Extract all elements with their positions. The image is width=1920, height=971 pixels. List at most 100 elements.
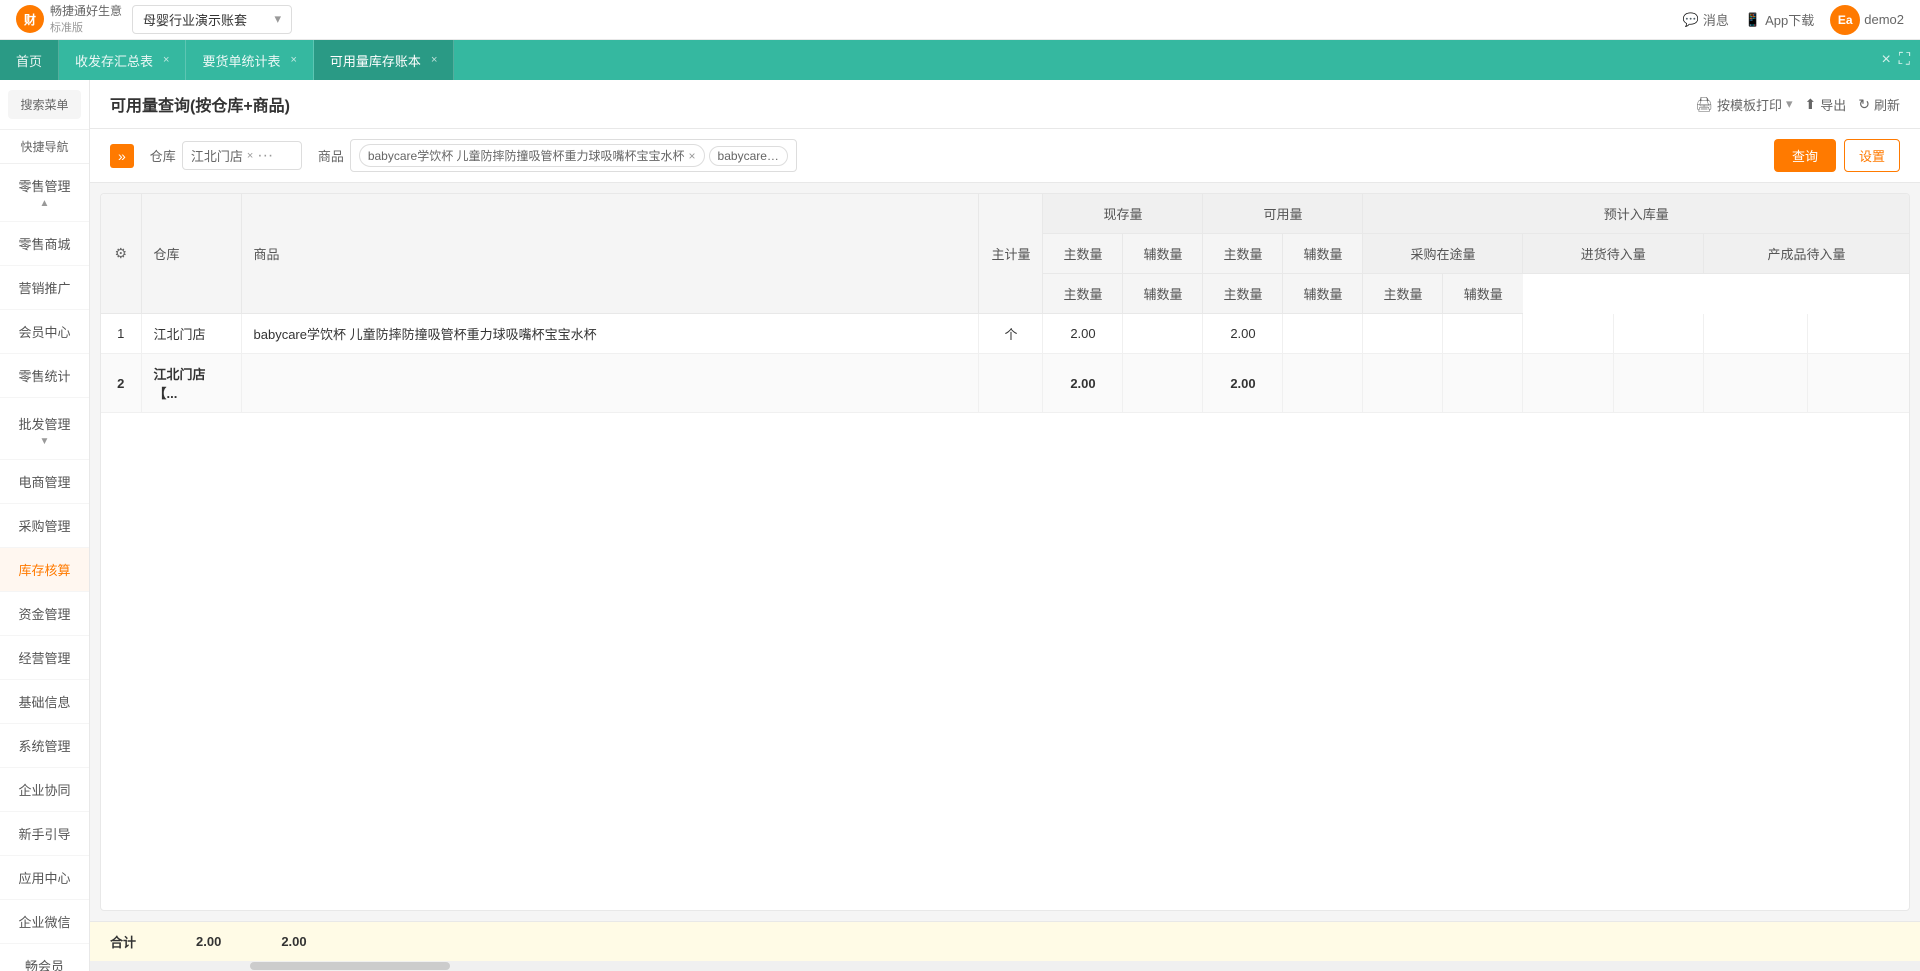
nav-tabs: 首页 收发存汇总表 × 要货单统计表 × 可用量库存账本 × × ⛶ xyxy=(0,40,1920,80)
query-button[interactable]: 查询 xyxy=(1774,139,1836,172)
sidebar-item-ecommerce-mgmt[interactable]: 电商管理 xyxy=(0,460,89,504)
th-purchase-transit-group: 采购在途量 xyxy=(1363,234,1523,274)
warehouse-remove-icon[interactable]: × xyxy=(247,150,253,162)
filter-bar: » 仓库 江北门店 × ··· 商品 babycare学饮杯 儿童防摔防撞吸管杯… xyxy=(90,129,1920,183)
row-2-current-aux xyxy=(1123,354,1203,413)
close-all-tabs-button[interactable]: × xyxy=(1881,51,1890,69)
product-tag-1-remove[interactable]: × xyxy=(689,149,696,163)
th-product-pending-group: 产成品待入量 xyxy=(1703,234,1909,274)
user-profile-button[interactable]: Ea demo2 xyxy=(1830,5,1904,35)
th-current-aux: 辅数量 xyxy=(1123,234,1203,274)
page-header-actions: 🖨 按模板打印 ▾ ⬆ 导出 ↻ 刷新 xyxy=(1695,95,1900,114)
sidebar-item-inventory-check-label: 库存核算 xyxy=(18,560,70,579)
sidebar-item-enterprise-collab[interactable]: 企业协同 xyxy=(0,768,89,812)
row-2-incoming-main xyxy=(1523,354,1613,413)
scrollbar-thumb[interactable] xyxy=(250,962,450,970)
account-selector-label: 母婴行业演示账套 xyxy=(143,10,247,29)
summary-label: 合计 xyxy=(110,932,136,951)
sidebar-item-enterprise-wechat[interactable]: 企业微信 xyxy=(0,900,89,944)
product-filter: 商品 babycare学饮杯 儿童防摔防撞吸管杯重力球吸嘴杯宝宝水杯 × bab… xyxy=(318,139,797,172)
fullscreen-button[interactable]: ⛶ xyxy=(1899,51,1910,69)
sidebar-item-member[interactable]: 畅会员 xyxy=(0,944,89,971)
sidebar-item-inventory-check[interactable]: 库存核算 xyxy=(0,548,89,592)
sidebar-item-ecommerce-mgmt-label: 电商管理 xyxy=(18,472,70,491)
refresh-icon: ↻ xyxy=(1858,96,1870,113)
row-1-purchase-transit-aux xyxy=(1443,314,1523,354)
sidebar-item-basic-info[interactable]: 基础信息 xyxy=(0,680,89,724)
th-product-pending-aux: 辅数量 xyxy=(1443,274,1523,314)
search-menu-button[interactable]: 搜索菜单 xyxy=(8,90,81,119)
row-1-incoming-main xyxy=(1523,314,1613,354)
account-selector[interactable]: 母婴行业演示账套 ▾ xyxy=(132,5,292,34)
tab-order-stats-close[interactable]: × xyxy=(290,54,296,66)
tab-order-stats[interactable]: 要货单统计表 × xyxy=(186,40,313,80)
sidebar-item-purchase-mgmt[interactable]: 采购管理 xyxy=(0,504,89,548)
print-button[interactable]: 🖨 按模板打印 ▾ xyxy=(1695,95,1792,114)
summary-available-main: 2.00 xyxy=(281,934,306,949)
chevron-down-icon: ▾ xyxy=(274,11,281,27)
message-icon: 💬 xyxy=(1683,12,1699,28)
th-incoming-aux: 辅数量 xyxy=(1283,274,1363,314)
product-filter-input[interactable]: babycare学饮杯 儿童防摔防撞吸管杯重力球吸嘴杯宝宝水杯 × babyca… xyxy=(350,139,797,172)
sidebar-quick-nav[interactable]: 快捷导航 xyxy=(0,130,89,164)
row-2-no: 2 xyxy=(101,354,141,413)
sidebar-item-new-guide[interactable]: 新手引导 xyxy=(0,812,89,856)
sidebar-item-enterprise-collab-label: 企业协同 xyxy=(18,780,70,799)
sidebar-item-marketing[interactable]: 营销推广 xyxy=(0,266,89,310)
row-1-available-main: 2.00 xyxy=(1203,314,1283,354)
sidebar-item-enterprise-wechat-label: 企业微信 xyxy=(18,912,70,931)
tab-receive-summary[interactable]: 收发存汇总表 × xyxy=(59,40,186,80)
sidebar-item-wholesale-mgmt[interactable]: 批发管理 ▼ xyxy=(0,402,89,460)
sidebar-item-marketing-label: 营销推广 xyxy=(18,278,70,297)
tab-available-stock[interactable]: 可用量库存账本 × xyxy=(314,40,454,80)
sidebar-item-retail-mgmt[interactable]: 零售管理 ▲ xyxy=(0,164,89,222)
row-2-product-pending-main xyxy=(1703,354,1807,413)
top-bar-right: 💬 消息 📱 App下载 Ea demo2 xyxy=(1683,5,1904,35)
th-available-aux: 辅数量 xyxy=(1283,234,1363,274)
sidebar-item-operations-mgmt[interactable]: 经营管理 xyxy=(0,636,89,680)
tab-available-stock-label: 可用量库存账本 xyxy=(330,51,421,70)
export-button[interactable]: ⬆ 导出 xyxy=(1805,95,1847,114)
sidebar-search-area: 搜索菜单 xyxy=(0,80,89,130)
gear-icon[interactable]: ⚙ xyxy=(114,245,127,261)
message-button[interactable]: 💬 消息 xyxy=(1683,10,1729,29)
sidebar-item-retail-stats[interactable]: 零售统计 xyxy=(0,354,89,398)
th-purchase-transit-aux: 辅数量 xyxy=(1123,274,1203,314)
filter-toggle-button[interactable]: » xyxy=(110,144,134,168)
chevron-down-icon: ▾ xyxy=(1786,96,1793,112)
app-download-label: App下载 xyxy=(1765,10,1814,29)
sidebar-item-retail-mall[interactable]: 零售商城 xyxy=(0,222,89,266)
sidebar: 搜索菜单 快捷导航 零售管理 ▲ 零售商城 营销推广 会员中心 零售统计 批发管… xyxy=(0,80,90,971)
row-2-incoming-aux xyxy=(1613,354,1703,413)
row-2-purchase-transit-main xyxy=(1363,354,1443,413)
warehouse-ellipsis[interactable]: ··· xyxy=(257,147,273,165)
logo-text: 畅捷通好生意 xyxy=(50,4,122,18)
page-title: 可用量查询(按仓库+商品) xyxy=(110,92,290,116)
th-current-stock-group: 现存量 xyxy=(1043,194,1203,234)
refresh-button[interactable]: ↻ 刷新 xyxy=(1858,95,1900,114)
th-incoming-group: 进货待入量 xyxy=(1523,234,1703,274)
tab-available-stock-close[interactable]: × xyxy=(431,54,437,66)
row-2-product-pending-aux xyxy=(1807,354,1909,413)
row-2-available-aux xyxy=(1283,354,1363,413)
sidebar-item-retail-mgmt-label: 零售管理 xyxy=(18,176,70,195)
tab-receive-summary-label: 收发存汇总表 xyxy=(75,51,153,70)
row-2-unit xyxy=(979,354,1043,413)
sidebar-item-system-mgmt[interactable]: 系统管理 xyxy=(0,724,89,768)
tab-home[interactable]: 首页 xyxy=(0,40,59,80)
warehouse-filter-input[interactable]: 江北门店 × ··· xyxy=(182,141,302,170)
user-label: demo2 xyxy=(1864,12,1904,27)
th-gear[interactable]: ⚙ xyxy=(101,194,141,314)
warehouse-filter: 仓库 江北门店 × ··· xyxy=(150,141,302,170)
settings-button[interactable]: 设置 xyxy=(1844,139,1900,172)
chevron-icon: ▲ xyxy=(40,198,50,209)
horizontal-scrollbar[interactable] xyxy=(90,961,1920,971)
sidebar-item-finance-mgmt-label: 资金管理 xyxy=(18,604,70,623)
product-tag-1: babycare学饮杯 儿童防摔防撞吸管杯重力球吸嘴杯宝宝水杯 × xyxy=(359,144,705,167)
sidebar-item-app-center[interactable]: 应用中心 xyxy=(0,856,89,900)
tab-receive-summary-close[interactable]: × xyxy=(163,54,169,66)
sidebar-item-member-center[interactable]: 会员中心 xyxy=(0,310,89,354)
app-download-button[interactable]: 📱 App下载 xyxy=(1745,10,1814,29)
sidebar-item-finance-mgmt[interactable]: 资金管理 xyxy=(0,592,89,636)
sidebar-item-retail-stats-label: 零售统计 xyxy=(18,366,70,385)
